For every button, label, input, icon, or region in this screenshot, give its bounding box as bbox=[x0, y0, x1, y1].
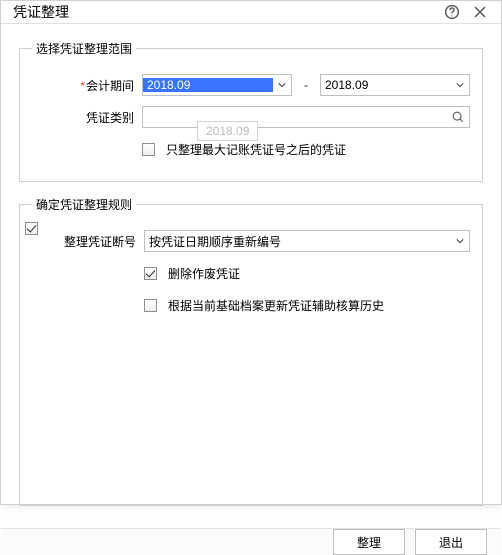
row-reorder: 整理凭证断号 按凭证日期顺序重新编号 bbox=[48, 229, 470, 253]
group-rules-legend: 确定凭证整理规则 bbox=[32, 196, 136, 213]
group-scope-legend: 选择凭证整理范围 bbox=[32, 40, 136, 57]
checkbox-rules-master[interactable] bbox=[25, 222, 38, 235]
dialog-body: 选择凭证整理范围 *会计期间 2018.09 - 2018.09 bbox=[1, 24, 501, 528]
period-from-combo[interactable]: 2018.09 bbox=[142, 74, 292, 96]
label-reorder: 整理凭证断号 bbox=[48, 233, 144, 250]
category-input[interactable] bbox=[143, 107, 447, 127]
reorder-mode-value: 按凭证日期顺序重新编号 bbox=[145, 233, 451, 250]
lookup-icon[interactable] bbox=[447, 107, 469, 127]
row-period: *会计期间 2018.09 - 2018.09 bbox=[32, 73, 470, 97]
chevron-down-icon bbox=[273, 75, 291, 95]
ok-button[interactable]: 整理 bbox=[333, 529, 405, 555]
label-only-after: 只整理最大记账凭证号之后的凭证 bbox=[166, 141, 346, 158]
group-scope: 选择凭证整理范围 *会计期间 2018.09 - 2018.09 bbox=[19, 40, 483, 182]
label-delete-void: 删除作废凭证 bbox=[168, 265, 240, 282]
range-separator: - bbox=[304, 78, 308, 92]
row-only-after: 只整理最大记账凭证号之后的凭证 bbox=[32, 137, 470, 161]
titlebar: 凭证整理 bbox=[1, 1, 501, 24]
dialog-voucher-cleanup: 凭证整理 选择凭证整理范围 *会计期间 2018.09 bbox=[0, 0, 502, 505]
close-icon[interactable] bbox=[469, 1, 491, 23]
reorder-mode-combo[interactable]: 按凭证日期顺序重新编号 bbox=[144, 230, 470, 252]
chevron-down-icon bbox=[451, 75, 469, 95]
period-to-value: 2018.09 bbox=[321, 78, 451, 92]
period-from-value: 2018.09 bbox=[143, 78, 273, 92]
row-category: 凭证类别 bbox=[32, 105, 470, 129]
cancel-button[interactable]: 退出 bbox=[415, 529, 487, 555]
label-update-aux: 根据当前基础档案更新凭证辅助核算历史 bbox=[168, 297, 384, 314]
checkbox-delete-void[interactable] bbox=[144, 267, 157, 280]
category-input-wrap bbox=[142, 106, 470, 128]
help-icon[interactable] bbox=[441, 1, 463, 23]
group-rules: 确定凭证整理规则 整理凭证断号 按凭证日期顺序重新编号 删除作废凭证 bbox=[19, 196, 483, 506]
label-period: *会计期间 bbox=[32, 77, 142, 94]
checkbox-update-aux[interactable] bbox=[144, 299, 157, 312]
checkbox-only-after[interactable] bbox=[142, 143, 155, 156]
row-delete-void: 删除作废凭证 bbox=[48, 261, 470, 285]
dialog-footer: 整理 退出 bbox=[1, 528, 501, 555]
chevron-down-icon bbox=[451, 231, 469, 251]
dialog-title: 凭证整理 bbox=[13, 2, 435, 22]
period-range: 2018.09 - 2018.09 bbox=[142, 74, 470, 96]
row-update-aux: 根据当前基础档案更新凭证辅助核算历史 bbox=[48, 293, 470, 317]
label-category: 凭证类别 bbox=[32, 109, 142, 126]
required-mark: * bbox=[80, 79, 85, 93]
period-to-combo[interactable]: 2018.09 bbox=[320, 74, 470, 96]
